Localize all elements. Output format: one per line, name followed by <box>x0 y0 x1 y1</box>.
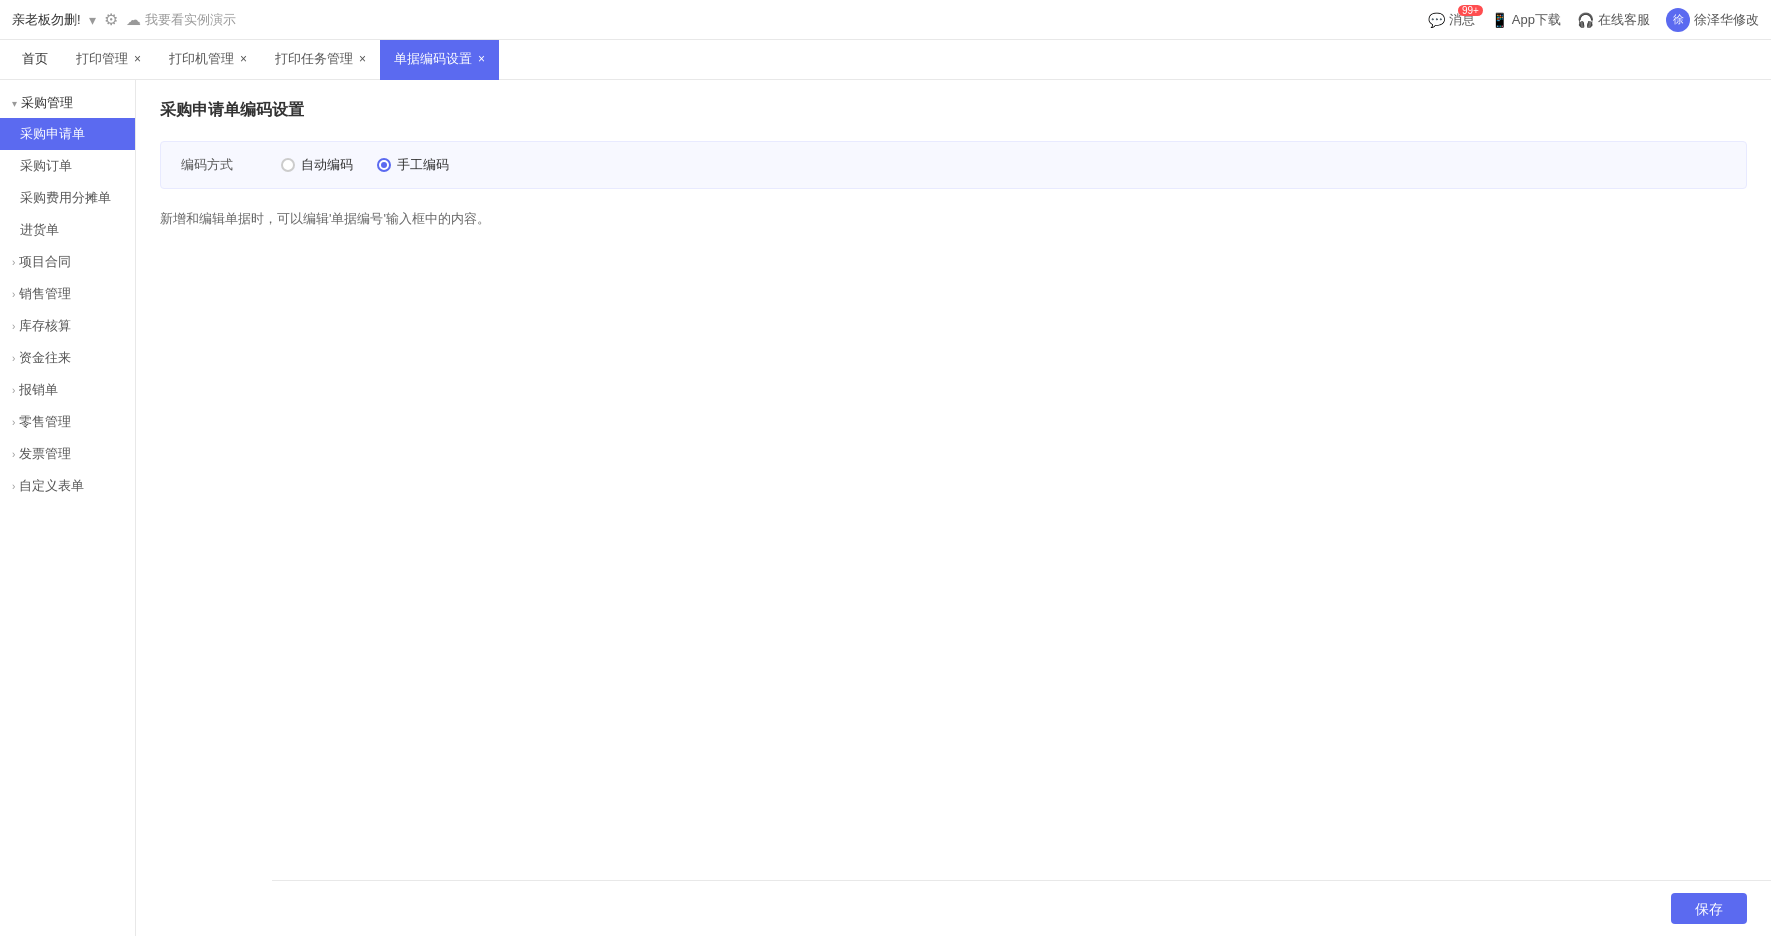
dropdown-icon[interactable]: ▾ <box>89 12 96 28</box>
tab-barcode-setting[interactable]: 单据编码设置 × <box>380 40 499 80</box>
returns-arrow: › <box>12 385 15 396</box>
radio-auto-label: 自动编码 <box>301 156 353 174</box>
sidebar-item-purchase-expense-label: 采购费用分摊单 <box>20 190 111 205</box>
user-menu[interactable]: 徐 徐泽华修改 <box>1666 8 1759 32</box>
sidebar-item-purchase-order-label: 采购订单 <box>20 158 72 173</box>
content-inner: 采购申请单编码设置 编码方式 自动编码 手工编码 <box>136 80 1771 250</box>
sidebar-group-fund-flow[interactable]: › 资金往来 <box>0 342 135 374</box>
sidebar-group-fund-label: 资金往来 <box>19 349 71 367</box>
sidebar-item-purchase-request-label: 采购申请单 <box>20 126 85 141</box>
sidebar-item-stock-in[interactable]: 进货单 <box>0 214 135 246</box>
inventory-arrow: › <box>12 321 15 332</box>
custom-form-arrow: › <box>12 481 15 492</box>
search-label: 我要看实例演示 <box>145 11 236 29</box>
tab-printer-mgmt-label: 打印机管理 <box>169 50 234 68</box>
page-title: 采购申请单编码设置 <box>160 100 1747 121</box>
radio-manual-label: 手工编码 <box>397 156 449 174</box>
tab-printer-mgmt[interactable]: 打印机管理 × <box>155 40 261 80</box>
sidebar-group-invoice-mgmt[interactable]: › 发票管理 <box>0 438 135 470</box>
sidebar-item-purchase-order[interactable]: 采购订单 <box>0 150 135 182</box>
sidebar-group-purchase[interactable]: ▾ 采购管理 <box>0 88 135 118</box>
message-button[interactable]: 消息 99+ <box>1428 11 1475 29</box>
tab-barcode-setting-close[interactable]: × <box>478 52 485 66</box>
settings-icon[interactable] <box>104 10 118 29</box>
sidebar-group-inventory-label: 库存核算 <box>19 317 71 335</box>
avatar: 徐 <box>1666 8 1690 32</box>
tab-print-task[interactable]: 打印任务管理 × <box>261 40 380 80</box>
sidebar-group-project-label: 项目合同 <box>19 253 71 271</box>
app-download-label: App下载 <box>1512 11 1561 29</box>
sidebar-group-sales-label: 销售管理 <box>19 285 71 303</box>
save-button[interactable]: 保存 <box>1671 893 1747 924</box>
retail-arrow: › <box>12 417 15 428</box>
sidebar-item-purchase-expense[interactable]: 采购费用分摊单 <box>0 182 135 214</box>
message-icon <box>1428 12 1445 28</box>
tab-print-mgmt[interactable]: 打印管理 × <box>62 40 155 80</box>
tab-barcode-setting-label: 单据编码设置 <box>394 50 472 68</box>
sidebar-group-sales-mgmt[interactable]: › 销售管理 <box>0 278 135 310</box>
message-badge: 99+ <box>1458 5 1483 16</box>
sidebar-group-retail-mgmt[interactable]: › 零售管理 <box>0 406 135 438</box>
invoice-arrow: › <box>12 449 15 460</box>
purchase-arrow: ▾ <box>12 98 17 109</box>
top-bar-left: 亲老板勿删! ▾ 我要看实例演示 <box>12 10 236 29</box>
sidebar-group-retail-label: 零售管理 <box>19 413 71 431</box>
top-bar: 亲老板勿删! ▾ 我要看实例演示 消息 99+ App下载 在线客服 徐 徐泽华… <box>0 0 1771 40</box>
sidebar-group-custom-form[interactable]: › 自定义表单 <box>0 470 135 502</box>
content-area: 采购申请单编码设置 编码方式 自动编码 手工编码 <box>136 80 1771 936</box>
bottom-bar: 保存 <box>272 880 1771 936</box>
radio-manual[interactable]: 手工编码 <box>377 156 449 174</box>
sidebar-group-invoice-label: 发票管理 <box>19 445 71 463</box>
encoding-row: 编码方式 自动编码 手工编码 <box>181 156 1726 174</box>
sidebar-group-returns-label: 报销单 <box>19 381 58 399</box>
tab-home[interactable]: 首页 <box>8 40 62 80</box>
app-icon <box>1491 12 1508 28</box>
tab-print-task-label: 打印任务管理 <box>275 50 353 68</box>
sidebar-group-project-contract[interactable]: › 项目合同 <box>0 246 135 278</box>
online-service-button[interactable]: 在线客服 <box>1577 11 1650 29</box>
sidebar-group-inventory[interactable]: › 库存核算 <box>0 310 135 342</box>
top-bar-right: 消息 99+ App下载 在线客服 徐 徐泽华修改 <box>1428 8 1759 32</box>
sidebar: ▾ 采购管理 采购申请单 采购订单 采购费用分摊单 进货单 › 项目合同 › 销… <box>0 80 136 936</box>
tab-printer-mgmt-close[interactable]: × <box>240 52 247 66</box>
tab-bar: 首页 打印管理 × 打印机管理 × 打印任务管理 × 单据编码设置 × <box>0 40 1771 80</box>
project-contract-arrow: › <box>12 257 15 268</box>
tab-home-label: 首页 <box>22 50 48 68</box>
radio-auto-circle <box>281 158 295 172</box>
tab-print-task-close[interactable]: × <box>359 52 366 66</box>
sidebar-item-purchase-request[interactable]: 采购申请单 <box>0 118 135 150</box>
service-icon <box>1577 12 1594 28</box>
app-download-button[interactable]: App下载 <box>1491 11 1561 29</box>
user-name: 徐泽华修改 <box>1694 11 1759 29</box>
search-area[interactable]: 我要看实例演示 <box>126 11 236 29</box>
brand-label: 亲老板勿删! <box>12 11 81 29</box>
radio-group: 自动编码 手工编码 <box>281 156 449 174</box>
encoding-section: 编码方式 自动编码 手工编码 <box>160 141 1747 189</box>
sidebar-group-custom-label: 自定义表单 <box>19 477 84 495</box>
cloud-icon <box>126 11 141 29</box>
hint-text: 新增和编辑单据时，可以编辑'单据编号'输入框中的内容。 <box>160 209 1747 230</box>
sales-arrow: › <box>12 289 15 300</box>
online-service-label: 在线客服 <box>1598 11 1650 29</box>
tab-print-mgmt-label: 打印管理 <box>76 50 128 68</box>
radio-manual-circle <box>377 158 391 172</box>
sidebar-group-returns[interactable]: › 报销单 <box>0 374 135 406</box>
sidebar-item-stock-in-label: 进货单 <box>20 222 59 237</box>
sidebar-group-purchase-label: 采购管理 <box>21 94 73 112</box>
main-layout: ▾ 采购管理 采购申请单 采购订单 采购费用分摊单 进货单 › 项目合同 › 销… <box>0 80 1771 936</box>
tab-print-mgmt-close[interactable]: × <box>134 52 141 66</box>
fund-arrow: › <box>12 353 15 364</box>
encoding-label: 编码方式 <box>181 156 241 174</box>
radio-auto[interactable]: 自动编码 <box>281 156 353 174</box>
